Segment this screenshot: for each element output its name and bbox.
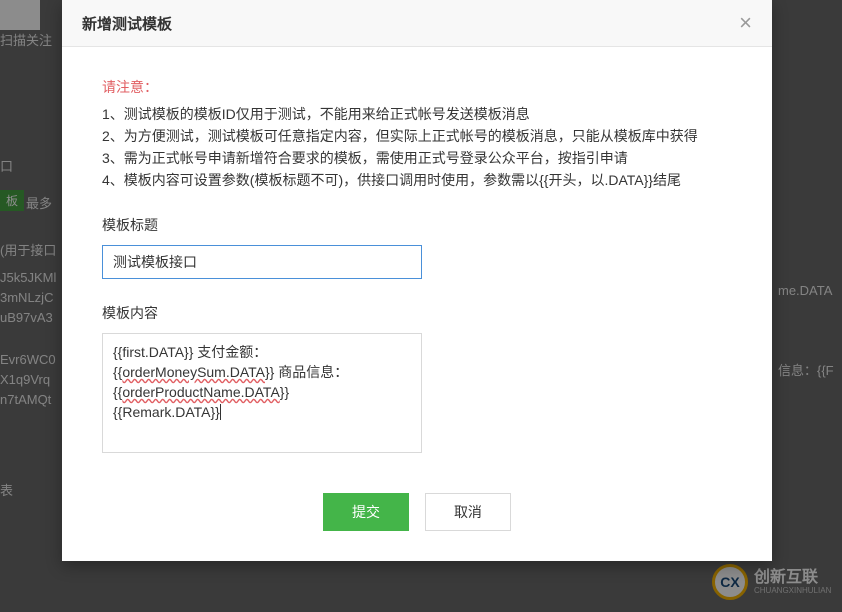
notice-list: 1、测试模板的模板ID仅用于测试，不能用来给正式帐号发送模板消息 2、为方便测试… <box>102 103 732 191</box>
modal-title: 新增测试模板 <box>82 13 172 34</box>
content-text: }} 商品信息： <box>265 364 348 380</box>
template-title-label: 模板标题 <box>102 215 732 235</box>
cancel-button[interactable]: 取消 <box>425 493 511 531</box>
modal-body: 请注意： 1、测试模板的模板ID仅用于测试，不能用来给正式帐号发送模板消息 2、… <box>62 47 772 473</box>
content-token: orderMoneySum.DATA <box>122 364 265 380</box>
template-title-input[interactable] <box>102 245 422 279</box>
content-text: {{first.DATA}} 支付金额： <box>113 344 267 360</box>
content-text: {{ <box>113 384 122 400</box>
notice-item: 3、需为正式帐号申请新增符合要求的模板，需使用正式号登录公众平台，按指引申请 <box>102 147 732 169</box>
notice-item: 2、为方便测试，测试模板可任意指定内容，但实际上正式帐号的模板消息，只能从模板库… <box>102 125 732 147</box>
template-content-input[interactable]: {{first.DATA}} 支付金额： {{orderMoneySum.DAT… <box>102 333 422 453</box>
template-content-label: 模板内容 <box>102 303 732 323</box>
notice-item: 1、测试模板的模板ID仅用于测试，不能用来给正式帐号发送模板消息 <box>102 103 732 125</box>
content-text: {{ <box>113 364 122 380</box>
content-text: }} <box>280 384 289 400</box>
content-token: orderProductName.DATA <box>122 384 279 400</box>
modal-header: 新增测试模板 × <box>62 0 772 47</box>
notice-item: 4、模板内容可设置参数(模板标题不可)，供接口调用时使用，参数需以{{开头，以.… <box>102 169 732 191</box>
submit-button[interactable]: 提交 <box>323 493 409 531</box>
add-template-modal: 新增测试模板 × 请注意： 1、测试模板的模板ID仅用于测试，不能用来给正式帐号… <box>62 0 772 561</box>
notice-heading: 请注意： <box>102 77 732 97</box>
close-icon[interactable]: × <box>739 12 752 34</box>
modal-footer: 提交 取消 <box>62 473 772 561</box>
content-text: {{Remark.DATA}} <box>113 404 221 420</box>
